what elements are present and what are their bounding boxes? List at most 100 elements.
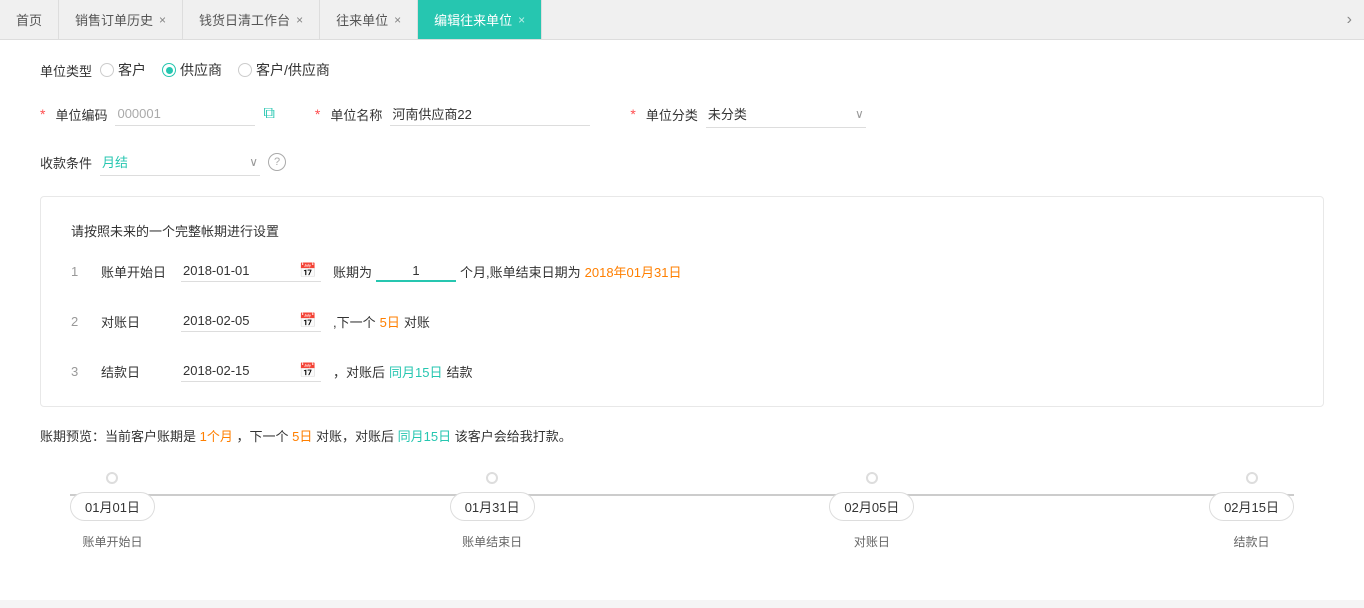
timeline-label-2: 对账日 bbox=[854, 533, 890, 550]
unit-type-radio-group: 客户 供应商 客户/供应商 bbox=[100, 60, 330, 80]
timeline-container: 01月01日 账单开始日 01月31日 账单结束日 02月05日 对账日 02月… bbox=[40, 472, 1324, 550]
tab-home-label: 首页 bbox=[16, 10, 42, 29]
radio-customer-supplier-label: 客户/供应商 bbox=[256, 60, 330, 80]
tab-sales-order-close[interactable]: × bbox=[159, 13, 166, 27]
reconcile-date-row: 2 对账日 📅 ,下一个 5日 对账 bbox=[71, 310, 1293, 332]
settings-title: 请按照未来的一个完整帐期进行设置 bbox=[71, 221, 1293, 240]
tab-partner[interactable]: 往来单位 × bbox=[320, 0, 418, 39]
timeline-points: 01月01日 账单开始日 01月31日 账单结束日 02月05日 对账日 02月… bbox=[70, 472, 1294, 550]
radio-supplier-label: 供应商 bbox=[180, 60, 222, 80]
unit-type-label: 单位类型 bbox=[40, 61, 92, 80]
period-end-date: 2018年01月31日 bbox=[585, 262, 682, 281]
payment-date-row: 3 结款日 📅 ，对账后 同月15日 结款 bbox=[71, 360, 1293, 382]
tab-cash-work[interactable]: 钱货日清工作台 × bbox=[183, 0, 320, 39]
unit-code-label: 单位编码 bbox=[55, 105, 107, 124]
preview-prefix: 账期预览：当前客户账期是 bbox=[40, 429, 196, 444]
row-3-label: 结款日 bbox=[101, 362, 181, 381]
settings-box: 请按照未来的一个完整帐期进行设置 1 账单开始日 📅 账期为 个月,账单结束日期… bbox=[40, 196, 1324, 407]
payment-prefix: ，对账后 bbox=[333, 362, 385, 381]
timeline-dot-1 bbox=[486, 472, 498, 484]
radio-customer-circle bbox=[100, 63, 114, 77]
payment-cond-label: 收款条件 bbox=[40, 153, 92, 172]
tab-home[interactable]: 首页 bbox=[0, 0, 59, 39]
tab-sales-order[interactable]: 销售订单历史 × bbox=[59, 0, 183, 39]
timeline-label-0: 账单开始日 bbox=[82, 533, 142, 550]
preview-period: 1个月 bbox=[200, 429, 233, 444]
radio-customer-label: 客户 bbox=[118, 60, 146, 80]
reconcile-date-input[interactable] bbox=[183, 313, 293, 328]
tab-edit-partner-label: 编辑往来单位 bbox=[434, 10, 512, 29]
tab-edit-partner[interactable]: 编辑往来单位 × bbox=[418, 0, 542, 39]
row-1-num: 1 bbox=[71, 264, 101, 279]
start-date-calendar-icon[interactable]: 📅 bbox=[299, 262, 316, 279]
preview-reconcile: 5日 bbox=[292, 429, 312, 444]
tab-edit-partner-close[interactable]: × bbox=[518, 13, 525, 27]
radio-customer-supplier[interactable]: 客户/供应商 bbox=[238, 60, 330, 80]
tab-partner-close[interactable]: × bbox=[394, 13, 401, 27]
unit-name-input[interactable] bbox=[390, 102, 590, 126]
start-date-row: 1 账单开始日 📅 账期为 个月,账单结束日期为 2018年01月31日 bbox=[71, 260, 1293, 282]
period-month-label: 个月,账单结束日期为 bbox=[460, 262, 581, 281]
timeline-bubble-1: 01月31日 bbox=[450, 492, 535, 521]
unit-category-label: 单位分类 bbox=[646, 105, 698, 124]
payment-date-calendar-icon[interactable]: 📅 bbox=[299, 362, 316, 379]
radio-supplier-circle bbox=[162, 63, 176, 77]
preview-suffix: 该客户会给我打款。 bbox=[455, 429, 572, 444]
copy-icon[interactable]: ⧉ bbox=[263, 105, 274, 123]
row-3-suffix: ，对账后 同月15日 结款 bbox=[333, 362, 473, 381]
timeline-point-2: 02月05日 对账日 bbox=[829, 472, 914, 550]
timeline-bubble-0: 01月01日 bbox=[70, 492, 155, 521]
main-content: 单位类型 客户 供应商 客户/供应商 * 单位编码 bbox=[0, 40, 1364, 600]
radio-customer[interactable]: 客户 bbox=[100, 60, 146, 80]
preview-payment: 同月15日 bbox=[398, 429, 451, 444]
unit-category-dropdown[interactable]: 未分类 ∨ bbox=[706, 100, 866, 128]
unit-category-field: * 单位分类 未分类 ∨ bbox=[630, 100, 865, 128]
timeline-bubble-3: 02月15日 bbox=[1209, 492, 1294, 521]
unit-code-star: * bbox=[40, 106, 45, 122]
start-date-input[interactable] bbox=[183, 263, 293, 278]
reconcile-date-input-wrap: 📅 bbox=[181, 310, 321, 332]
row-3-num: 3 bbox=[71, 364, 101, 379]
payment-cond-value: 月结 bbox=[102, 152, 245, 171]
timeline-label-1: 账单结束日 bbox=[462, 533, 522, 550]
unit-category-star: * bbox=[630, 106, 635, 122]
payment-cond-dropdown[interactable]: 月结 ∨ bbox=[100, 148, 260, 176]
tab-expand-button[interactable]: › bbox=[1335, 0, 1364, 39]
reconcile-date-calendar-icon[interactable]: 📅 bbox=[299, 312, 316, 329]
row-1-label: 账单开始日 bbox=[101, 262, 181, 281]
tab-partner-label: 往来单位 bbox=[336, 10, 388, 29]
payment-cond-field: 收款条件 月结 ∨ ? bbox=[40, 148, 286, 176]
payment-date-input[interactable] bbox=[183, 363, 293, 378]
payment-cond-chevron-icon: ∨ bbox=[249, 155, 258, 169]
unit-name-star: * bbox=[315, 106, 320, 122]
timeline-point-0: 01月01日 账单开始日 bbox=[70, 472, 155, 550]
unit-info-row: * 单位编码 ⧉ * 单位名称 * 单位分类 未分类 ∨ bbox=[40, 100, 1324, 128]
tab-cash-work-label: 钱货日清工作台 bbox=[199, 10, 290, 29]
payment-suffix: 结款 bbox=[446, 362, 472, 381]
payment-same-day: 同月15日 bbox=[389, 362, 442, 381]
timeline-point-1: 01月31日 账单结束日 bbox=[450, 472, 535, 550]
tab-bar: 首页 销售订单历史 × 钱货日清工作台 × 往来单位 × 编辑往来单位 × › bbox=[0, 0, 1364, 40]
period-label: 账期为 bbox=[333, 262, 372, 281]
preview-mid2: 对账，对账后 bbox=[316, 429, 394, 444]
radio-supplier[interactable]: 供应商 bbox=[162, 60, 222, 80]
reconcile-suffix: 对账 bbox=[404, 312, 430, 331]
period-input[interactable] bbox=[376, 261, 456, 282]
reconcile-next-day: 5日 bbox=[380, 312, 400, 331]
timeline-bubble-2: 02月05日 bbox=[829, 492, 914, 521]
unit-category-value: 未分类 bbox=[708, 104, 851, 123]
payment-date-input-wrap: 📅 bbox=[181, 360, 321, 382]
reconcile-prefix: ,下一个 bbox=[333, 312, 376, 331]
row-2-suffix: ,下一个 5日 对账 bbox=[333, 312, 430, 331]
tab-cash-work-close[interactable]: × bbox=[296, 13, 303, 27]
unit-name-label: 单位名称 bbox=[330, 105, 382, 124]
unit-name-field: * 单位名称 bbox=[315, 102, 590, 126]
radio-customer-supplier-circle bbox=[238, 63, 252, 77]
help-icon[interactable]: ? bbox=[268, 153, 286, 171]
payment-cond-row: 收款条件 月结 ∨ ? bbox=[40, 148, 1324, 176]
timeline-dot-3 bbox=[1246, 472, 1258, 484]
unit-code-input[interactable] bbox=[115, 102, 255, 126]
row-1-suffix: 账期为 个月,账单结束日期为 2018年01月31日 bbox=[333, 261, 681, 282]
timeline-point-3: 02月15日 结款日 bbox=[1209, 472, 1294, 550]
chevron-down-icon: ∨ bbox=[855, 107, 864, 121]
